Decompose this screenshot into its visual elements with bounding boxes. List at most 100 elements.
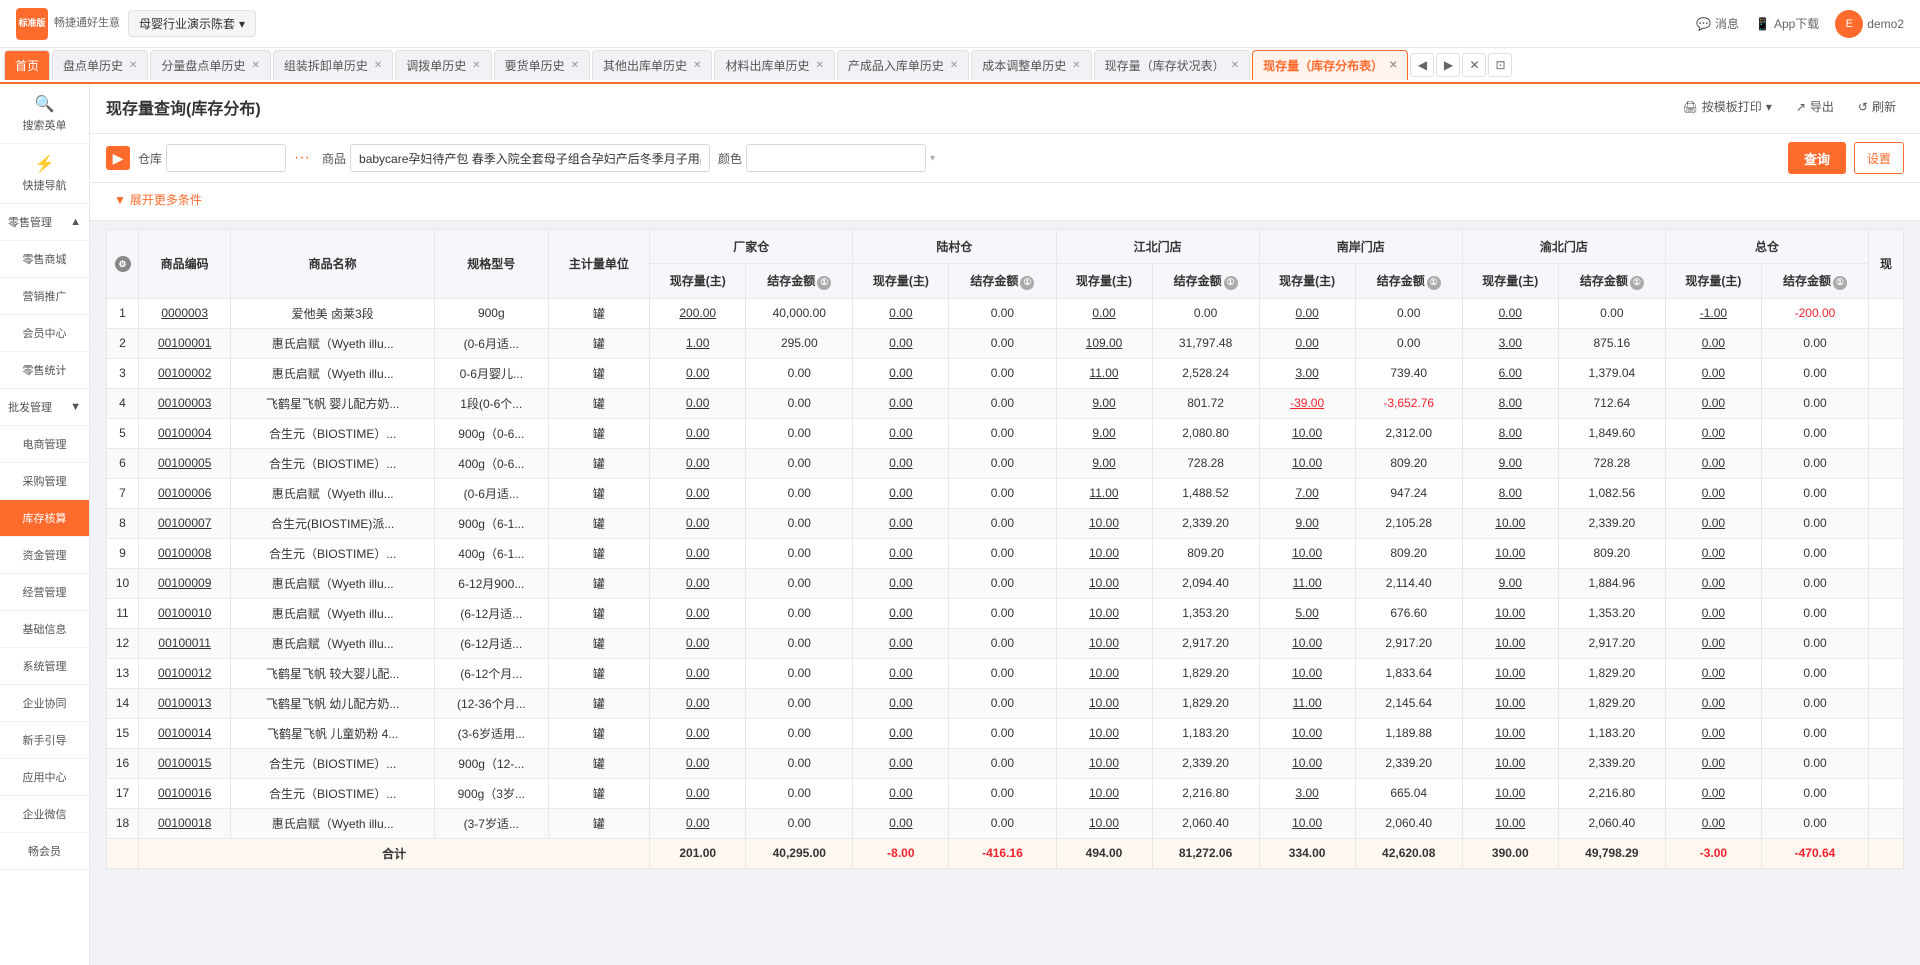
print-btn[interactable]: 🖨 按模板打印 ▾ [1675,94,1780,119]
print-label: 按模板打印 [1702,98,1762,115]
lujia-amount: 0.00 [949,508,1056,538]
tab-other-out[interactable]: 其他出库单历史 ✕ [592,50,712,80]
info-icon[interactable]: ① [817,276,831,290]
close-icon[interactable]: ✕ [815,60,823,71]
nanan-amount: 2,114.40 [1355,568,1462,598]
tab-product-in[interactable]: 产成品入库单历史 ✕ [837,50,969,80]
goods-input[interactable] [350,144,710,172]
sidebar-item-ops[interactable]: 经营管理 [0,574,89,611]
setup-button[interactable]: 设置 [1854,142,1904,174]
export-btn[interactable]: ↗ 导出 [1788,94,1842,119]
close-icon[interactable]: ✕ [571,60,579,71]
total-amount: 0.00 [1761,808,1868,838]
user-area[interactable]: E demo2 [1835,10,1904,38]
close-icon[interactable]: ✕ [251,60,259,71]
sidebar-item-corp-collab[interactable]: 企业协同 [0,685,89,722]
spec: 900g [434,298,548,328]
close-icon[interactable]: ✕ [1072,60,1080,71]
unit: 罐 [548,298,650,328]
refresh-btn[interactable]: ↺ 刷新 [1850,94,1904,119]
sidebar-item-inventory[interactable]: 库存核算 [0,500,89,537]
col-group-lujiazui: 陆村仓 [853,230,1056,264]
sidebar-item-new-guide[interactable]: 新手引导 [0,722,89,759]
tab-sub-check[interactable]: 分量盘点单历史 ✕ [150,50,270,80]
extra-col [1869,448,1904,478]
goods-code: 00100005 [139,448,231,478]
yuibei-stock: 9.00 [1462,448,1558,478]
tab-check-history[interactable]: 盘点单历史 ✕ [52,50,148,80]
goods-name: 惠氏启赋（Wyeth illu... [231,628,435,658]
sidebar-item-quick-nav[interactable]: ⚡ 快捷导航 [0,144,89,204]
spec: 0-6月婴儿... [434,358,548,388]
tab-home[interactable]: 首页 [4,50,50,80]
tab-expand-btn[interactable]: ⊡ [1488,53,1512,77]
yuibei-amount: 1,082.56 [1558,478,1665,508]
sidebar-item-marketing[interactable]: 营销推广 [0,278,89,315]
info-icon[interactable]: ① [1224,276,1238,290]
nanan-amount: 2,105.28 [1355,508,1462,538]
info-icon[interactable]: ① [1020,276,1034,290]
sidebar-item-finance[interactable]: 资金管理 [0,537,89,574]
sidebar-item-purchase[interactable]: 采购管理 [0,463,89,500]
sidebar-item-corp-wechat[interactable]: 企业微信 [0,796,89,833]
spec: (6-12月适... [434,598,548,628]
warehouse-input[interactable] [166,144,286,172]
query-button[interactable]: 查询 [1788,142,1846,174]
close-icon[interactable]: ✕ [1231,60,1239,71]
tab-assembly[interactable]: 组装拆卸单历史 ✕ [273,50,393,80]
search-icon: 🔍 [4,94,85,114]
tab-material-out[interactable]: 材料出库单历史 ✕ [714,50,834,80]
sidebar-item-retail-store[interactable]: 零售商城 [0,241,89,278]
warehouse-more-btn[interactable]: ··· [290,149,314,167]
filter-row-2: ▼ 展开更多条件 [90,183,1920,221]
lujia-amount: 0.00 [949,628,1056,658]
sidebar-item-ecom[interactable]: 电商管理 [0,426,89,463]
tab-stock-dist[interactable]: 现存量（库存分布表） ✕ [1252,50,1408,80]
jiangbei-amount: 2,339.20 [1152,508,1259,538]
tab-order[interactable]: 要货单历史 ✕ [494,50,590,80]
total-stock: 0.00 [1665,328,1761,358]
sidebar-item-app-center[interactable]: 应用中心 [0,759,89,796]
tab-close-btn[interactable]: ✕ [1462,53,1486,77]
nanan-amount: 2,145.64 [1355,688,1462,718]
close-icon[interactable]: ✕ [472,60,480,71]
sidebar-item-sys-mgmt[interactable]: 系统管理 [0,648,89,685]
sidebar-item-label: 零售统计 [4,362,85,378]
color-input[interactable] [746,144,926,172]
app-download-btn[interactable]: 📱 App下载 [1755,15,1819,32]
tab-stock-status[interactable]: 现存量（库存状况表） ✕ [1094,50,1250,80]
industry-selector[interactable]: 母婴行业演示陈套 ▾ [128,10,256,37]
close-icon[interactable]: ✕ [1389,60,1397,71]
message-btn[interactable]: 💬 消息 [1696,15,1739,32]
sidebar-item-search[interactable]: 🔍 搜索英单 [0,84,89,144]
setting-icon[interactable]: ⚙ [115,256,131,272]
username: demo2 [1867,17,1904,31]
tab-transfer[interactable]: 调拨单历史 ✕ [395,50,491,80]
nanan-amount: 809.20 [1355,538,1462,568]
goods-name: 惠氏启赋（Wyeth illu... [231,568,435,598]
sidebar-item-fans-member[interactable]: 畅会员 [0,833,89,870]
nanan-amount: 809.20 [1355,448,1462,478]
close-icon[interactable]: ✕ [950,60,958,71]
sidebar-item-retail-mgmt[interactable]: 零售管理 ▲ [0,204,89,241]
filter-expand-btn[interactable]: ▶ [106,146,130,170]
close-icon[interactable]: ✕ [129,60,137,71]
sidebar-item-member[interactable]: 会员中心 [0,315,89,352]
tab-prev-btn[interactable]: ◀ [1410,53,1434,77]
sidebar-item-wholesale[interactable]: 批发管理 ▼ [0,389,89,426]
expand-more-btn[interactable]: ▼ 展开更多条件 [106,187,210,212]
tab-next-btn[interactable]: ▶ [1436,53,1460,77]
tab-cost-adjust[interactable]: 成本调整单历史 ✕ [971,50,1091,80]
sidebar-item-base-info[interactable]: 基础信息 [0,611,89,648]
close-icon[interactable]: ✕ [374,60,382,71]
nanan-stock: 10.00 [1259,718,1355,748]
sidebar-item-retail-stats[interactable]: 零售统计 [0,352,89,389]
info-icon[interactable]: ① [1630,276,1644,290]
goods-code: 00100008 [139,538,231,568]
data-table: ⚙ 商品编码 商品名称 规格型号 主计量单位 厂家仓 陆村仓 江北门店 南岸门店… [106,229,1904,869]
close-icon[interactable]: ✕ [693,60,701,71]
goods-name: 合生元(BIOSTIME)派... [231,508,435,538]
jiangbei-amount: 801.72 [1152,388,1259,418]
info-icon[interactable]: ① [1427,276,1441,290]
info-icon[interactable]: ① [1833,276,1847,290]
